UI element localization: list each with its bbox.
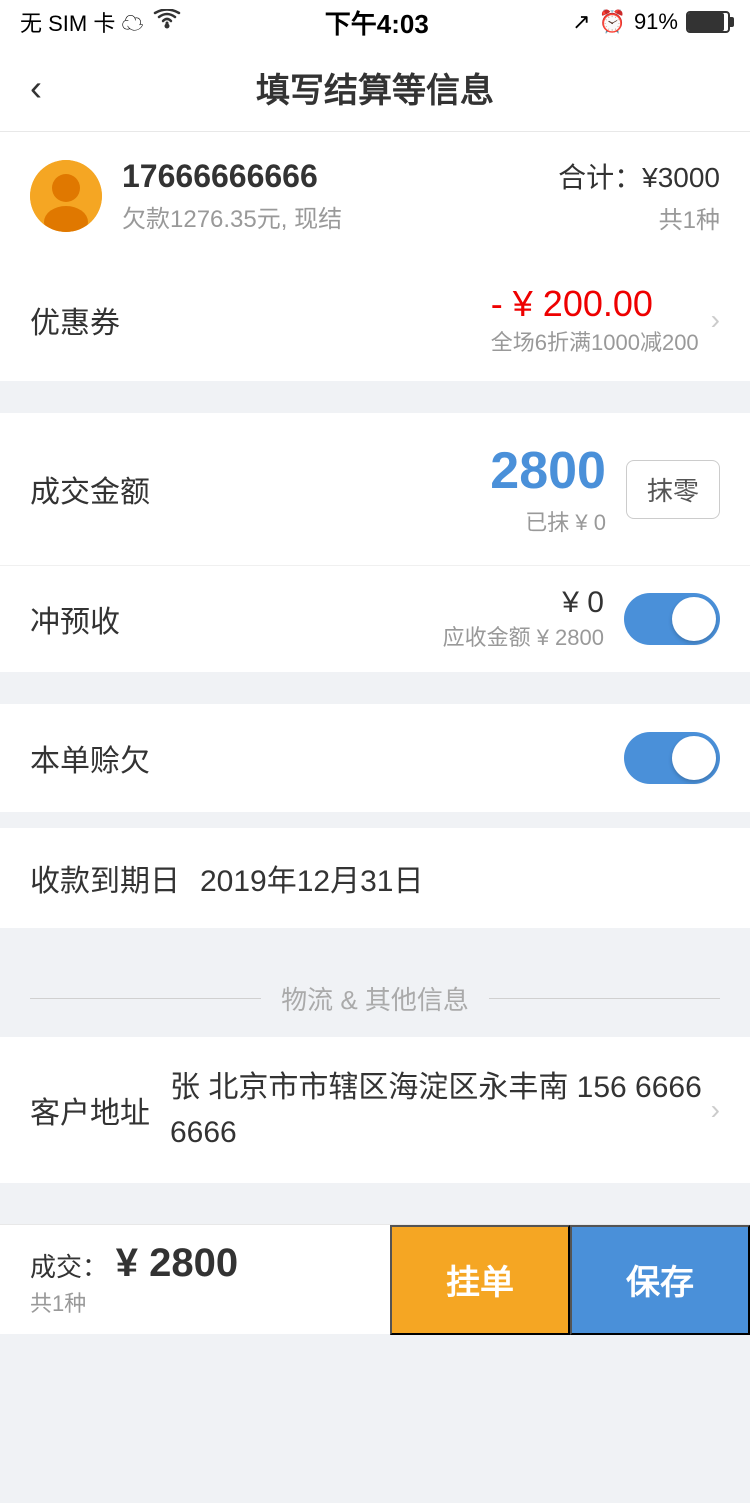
- wifi-icon: [153, 9, 181, 35]
- separator2: [0, 688, 750, 704]
- amount-label: 成交金额: [30, 467, 150, 511]
- debt-toggle[interactable]: [624, 732, 720, 784]
- precharge-value-area: ¥ 0 应收金额 ¥ 2800: [443, 586, 604, 652]
- separator: [0, 397, 750, 413]
- discount-value-area: - ¥ 200.00 全场6折满1000减200: [491, 283, 699, 357]
- status-bar: 无 SIM 卡 ☁ 下午4:03 ↗ ⏰ 91%: [0, 0, 750, 44]
- user-count: 共1种: [558, 200, 720, 235]
- debt-section: 本单赊欠: [0, 704, 750, 812]
- back-button[interactable]: ‹: [20, 57, 52, 119]
- separator3: [0, 944, 750, 960]
- amount-sub: 已抹 ¥ 0: [490, 505, 606, 537]
- round-button[interactable]: 抹零: [626, 460, 720, 519]
- amount-value: 2800: [490, 441, 606, 501]
- address-section[interactable]: 客户地址 张 北京市市辖区海淀区永丰南 156 6666 6666 ›: [0, 1037, 750, 1183]
- user-details: 17666666666 欠款1276.35元, 现结: [122, 158, 342, 234]
- clock-icon: ⏰: [599, 9, 626, 35]
- bottom-deal-value: ¥ 2800: [116, 1241, 238, 1285]
- precharge-right: ¥ 0 应收金额 ¥ 2800: [443, 586, 720, 652]
- precharge-section: 冲预收 ¥ 0 应收金额 ¥ 2800: [0, 565, 750, 672]
- address-chevron-icon: ›: [711, 1094, 720, 1126]
- debt-label: 本单赊欠: [30, 736, 150, 780]
- discount-section[interactable]: 优惠券 - ¥ 200.00 全场6折满1000减200 ›: [0, 259, 750, 381]
- address-label: 客户地址: [30, 1088, 150, 1132]
- address-value: 张 北京市市辖区海淀区永丰南 156 6666 6666: [170, 1065, 711, 1155]
- discount-sub: 全场6折满1000减200: [491, 325, 699, 357]
- discount-label: 优惠券: [30, 298, 120, 342]
- duedate-section: 收款到期日 2019年12月31日: [0, 828, 750, 928]
- amount-right: 2800 已抹 ¥ 0 抹零: [490, 441, 720, 537]
- user-total: 合计：¥3000: [558, 156, 720, 196]
- location-icon: ↗: [572, 9, 590, 35]
- precharge-label: 冲预收: [30, 597, 120, 641]
- hang-button[interactable]: 挂单: [390, 1225, 570, 1335]
- discount-right: - ¥ 200.00 全场6折满1000减200 ›: [491, 283, 720, 357]
- bottom-info: 成交： ¥ 2800 共1种: [0, 1241, 390, 1318]
- divider-text: 物流 & 其他信息: [281, 980, 469, 1017]
- save-button[interactable]: 保存: [570, 1225, 750, 1335]
- debt-toggle-knob: [672, 736, 716, 780]
- user-phone: 17666666666: [122, 158, 342, 195]
- divider-line-left: [30, 998, 261, 999]
- amount-value-area: 2800 已抹 ¥ 0: [490, 441, 606, 537]
- page-title: 填写结算等信息: [256, 63, 494, 112]
- precharge-sub: 应收金额 ¥ 2800: [443, 620, 604, 652]
- divider-line-right: [489, 998, 720, 999]
- user-right: 合计：¥3000 共1种: [558, 156, 720, 235]
- avatar: [30, 160, 102, 232]
- precharge-toggle[interactable]: [624, 593, 720, 645]
- precharge-amount: ¥ 0: [443, 586, 604, 620]
- user-left: 17666666666 欠款1276.35元, 现结: [30, 158, 342, 234]
- toggle-knob: [672, 597, 716, 641]
- status-time: 下午4:03: [325, 4, 429, 41]
- bottom-bar: 成交： ¥ 2800 共1种 挂单 保存: [0, 1224, 750, 1334]
- duedate-value: 2019年12月31日: [200, 856, 423, 900]
- duedate-label: 收款到期日: [30, 856, 180, 900]
- chevron-right-icon: ›: [711, 304, 720, 336]
- battery-percentage: 91%: [634, 9, 678, 35]
- section-divider: 物流 & 其他信息: [0, 960, 750, 1037]
- nav-bar: ‹ 填写结算等信息: [0, 44, 750, 132]
- user-sub: 欠款1276.35元, 现结: [122, 199, 342, 234]
- discount-amount: - ¥ 200.00: [491, 283, 699, 325]
- user-info-section: 17666666666 欠款1276.35元, 现结 合计：¥3000 共1种: [0, 132, 750, 259]
- status-right: ↗ ⏰ 91%: [572, 9, 730, 35]
- battery-icon: [686, 11, 730, 33]
- bottom-deal-label: 成交：: [30, 1252, 108, 1282]
- sim-label: 无 SIM 卡 ☁: [20, 6, 143, 38]
- bottom-count: 共1种: [30, 1286, 360, 1318]
- amount-section: 成交金额 2800 已抹 ¥ 0 抹零: [0, 413, 750, 565]
- bottom-total-row: 成交： ¥ 2800: [30, 1241, 360, 1286]
- status-left: 无 SIM 卡 ☁: [20, 6, 181, 38]
